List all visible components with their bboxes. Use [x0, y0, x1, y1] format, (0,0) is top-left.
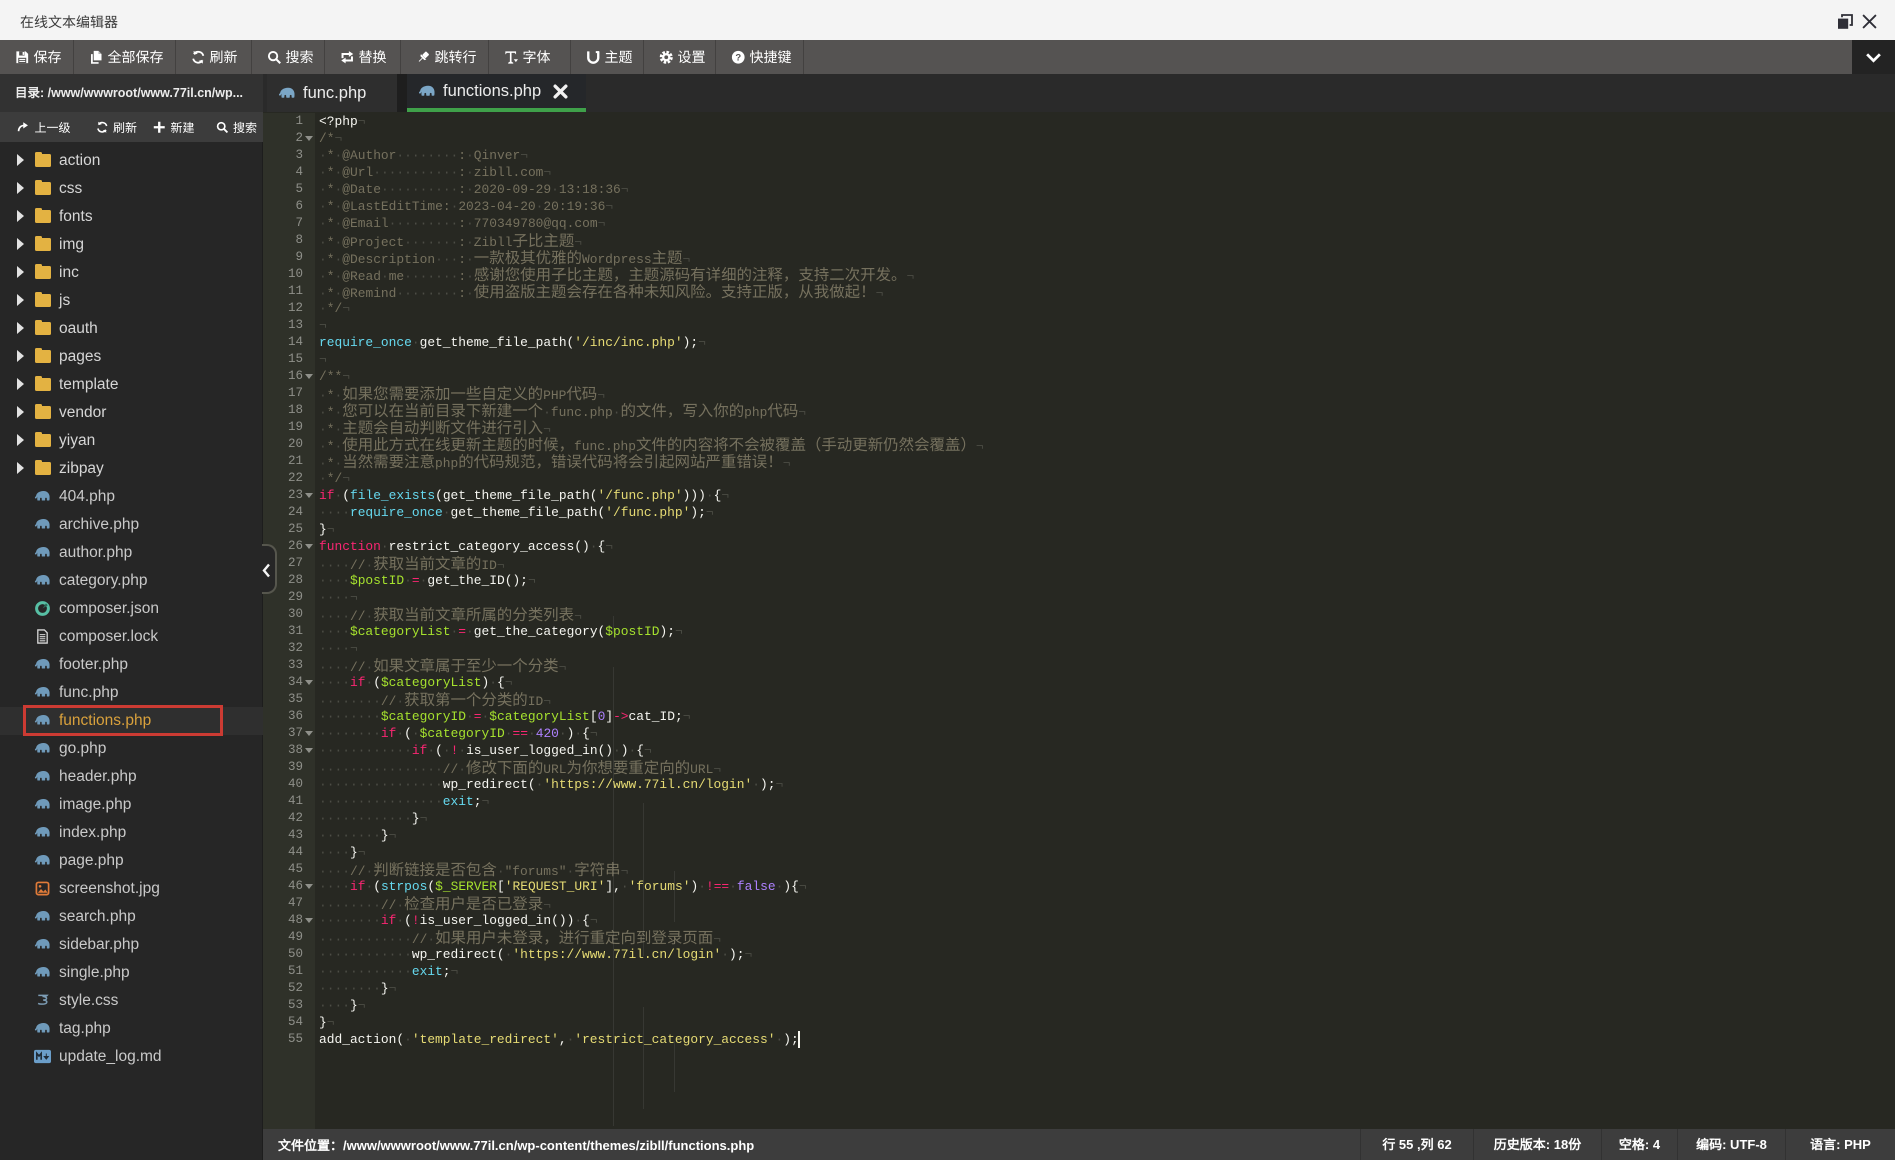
svg-text:?: ? [735, 52, 741, 63]
